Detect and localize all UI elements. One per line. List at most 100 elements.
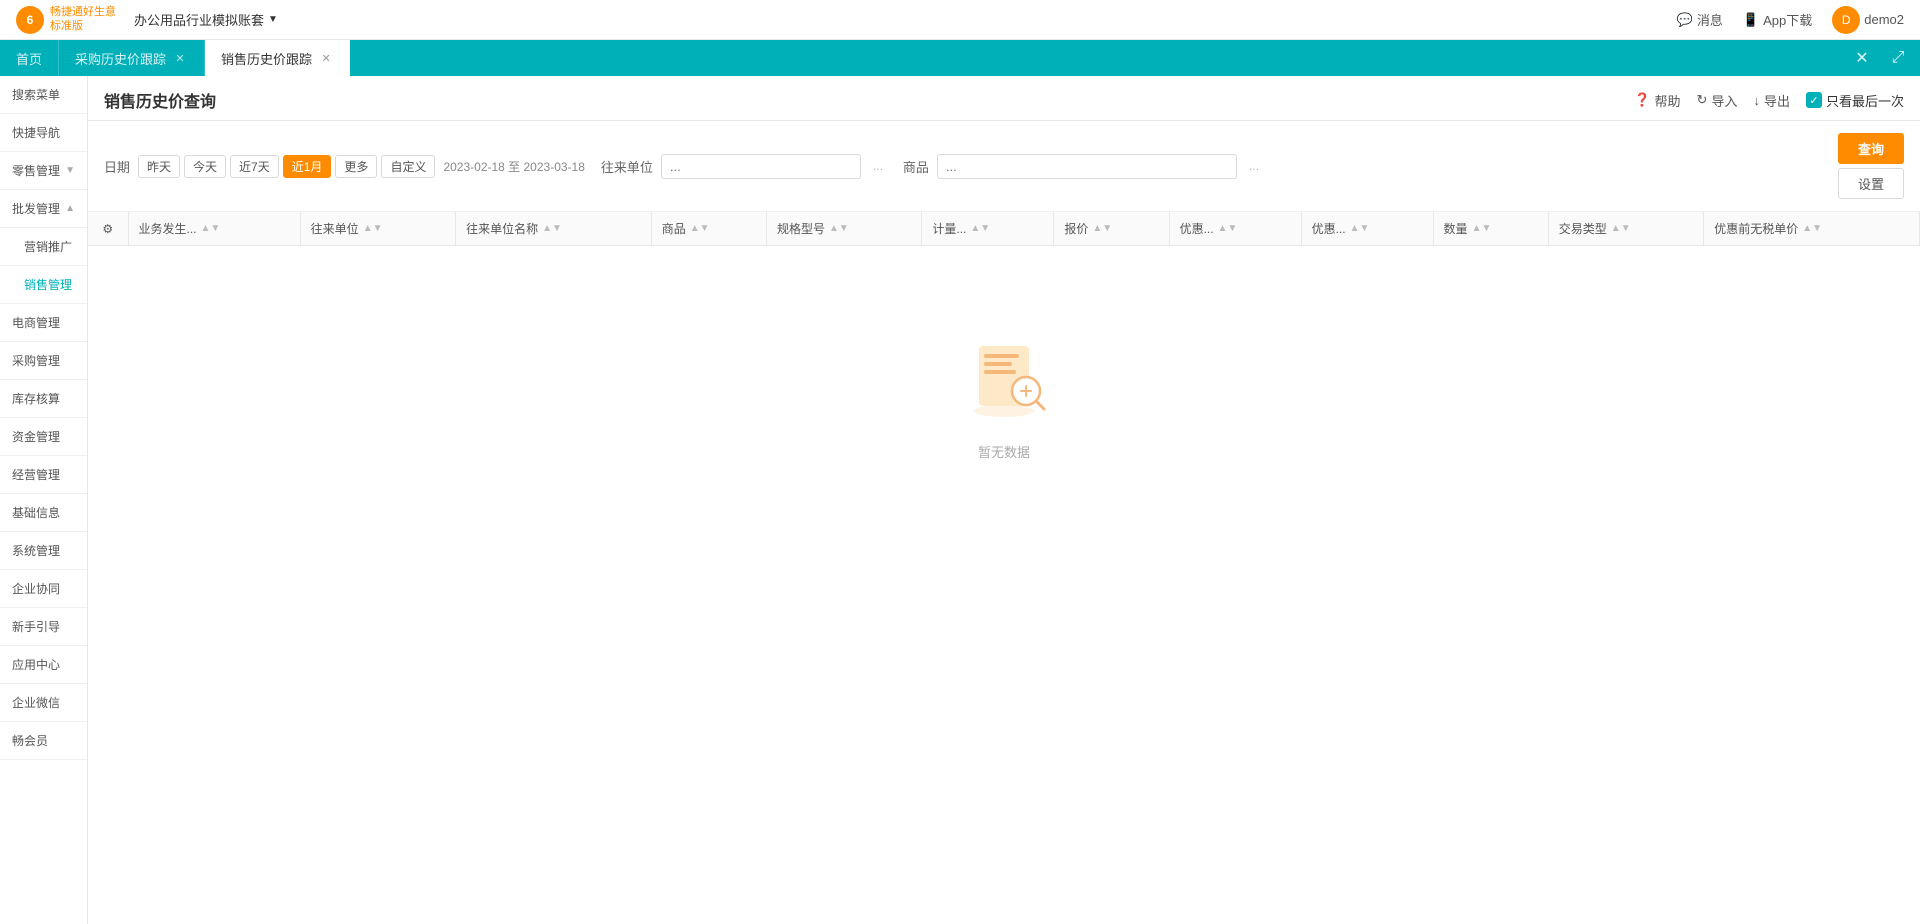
chevron-up-icon: ▲ — [65, 203, 75, 214]
col-trade-type[interactable]: 交易类型 ▲▼ — [1548, 212, 1703, 246]
logo-icon: 6 — [16, 6, 44, 34]
sidebar-item-retail-mgmt[interactable]: 零售管理 ▼ — [0, 152, 87, 190]
sidebar-item-operations-mgmt[interactable]: 经营管理 — [0, 456, 87, 494]
empty-state: 暂无数据 — [88, 246, 1920, 541]
tab-sales-history[interactable]: 销售历史价跟踪 ✕ — [205, 40, 350, 76]
sidebar-item-ecommerce-mgmt[interactable]: 电商管理 — [0, 304, 87, 342]
sidebar-item-inventory[interactable]: 库存核算 — [0, 380, 87, 418]
tab-bar-actions: ✕ ⤢ — [1848, 44, 1920, 72]
sidebar-item-enterprise-wechat[interactable]: 企业微信 — [0, 684, 87, 722]
close-sales-tab-btn[interactable]: ✕ — [318, 50, 334, 66]
main-layout: 搜索菜单 快捷导航 零售管理 ▼ 批发管理 ▲ 营销推广 销售管理 电商管理 采… — [0, 76, 1920, 924]
col-discount2[interactable]: 优惠... ▲▼ — [1301, 212, 1433, 246]
col-quote[interactable]: 报价 ▲▼ — [1054, 212, 1169, 246]
sidebar-item-purchase-mgmt[interactable]: 采购管理 — [0, 342, 87, 380]
col-counterpart-code[interactable]: 往来单位 ▲▼ — [300, 212, 455, 246]
tab-home[interactable]: 首页 — [0, 40, 59, 76]
sidebar-item-basic-info[interactable]: 基础信息 — [0, 494, 87, 532]
help-icon: ❓ — [1634, 92, 1650, 108]
page-content: 销售历史价查询 ❓ 帮助 ↻ 导入 ↓ 导出 ✓ — [88, 76, 1920, 924]
table-header: ⚙ 业务发生... ▲▼ 往来单位 — [88, 212, 1920, 246]
col-settings[interactable]: ⚙ — [88, 212, 128, 246]
date-buttons: 昨天 今天 近7天 近1月 更多 自定义 — [138, 155, 435, 178]
sort-icon: ▲▼ — [690, 224, 710, 234]
tab-bar: 首页 采购历史价跟踪 ✕ 销售历史价跟踪 ✕ ✕ ⤢ — [0, 40, 1920, 76]
filter-area: 日期 昨天 今天 近7天 近1月 更多 自定义 2023-02-18 至 202… — [88, 121, 1920, 212]
sidebar-item-system-mgmt[interactable]: 系统管理 — [0, 532, 87, 570]
close-purchase-tab-btn[interactable]: ✕ — [172, 50, 188, 66]
date-filter-group: 日期 昨天 今天 近7天 近1月 更多 自定义 2023-02-18 至 202… — [104, 155, 585, 178]
avatar: D — [1832, 6, 1860, 34]
chevron-down-icon: ▼ — [268, 14, 278, 25]
message-btn[interactable]: 💬 消息 — [1677, 10, 1723, 29]
sidebar-item-enterprise-collab[interactable]: 企业协同 — [0, 570, 87, 608]
app-download-btn[interactable]: 📱 App下载 — [1743, 10, 1812, 29]
data-table: ⚙ 业务发生... ▲▼ 往来单位 — [88, 212, 1920, 246]
date-btn-custom[interactable]: 自定义 — [381, 155, 435, 178]
counterpart-input[interactable] — [661, 154, 861, 179]
col-discount1[interactable]: 优惠... ▲▼ — [1169, 212, 1301, 246]
col-biz-date[interactable]: 业务发生... ▲▼ — [128, 212, 300, 246]
sidebar-item-search-menu[interactable]: 搜索菜单 — [0, 76, 87, 114]
empty-text: 暂无数据 — [978, 442, 1030, 461]
col-counterpart-name[interactable]: 往来单位名称 ▲▼ — [456, 212, 652, 246]
export-btn[interactable]: ↓ 导出 — [1753, 91, 1790, 110]
sidebar-item-wholesale-mgmt[interactable]: 批发管理 ▲ — [0, 190, 87, 228]
tab-purchase-history[interactable]: 采购历史价跟踪 ✕ — [59, 40, 205, 76]
col-goods[interactable]: 商品 ▲▼ — [651, 212, 766, 246]
counterpart-more-icon[interactable]: ... — [869, 159, 887, 173]
sidebar-item-app-center[interactable]: 应用中心 — [0, 646, 87, 684]
date-btn-today[interactable]: 今天 — [184, 155, 226, 178]
date-btn-more[interactable]: 更多 — [335, 155, 377, 178]
download-icon: 📱 — [1743, 12, 1759, 28]
sidebar-item-marketing[interactable]: 营销推广 — [0, 228, 87, 266]
sort-icon: ▲▼ — [970, 224, 990, 234]
maximize-btn[interactable]: ⤢ — [1884, 44, 1912, 72]
table-area: ⚙ 业务发生... ▲▼ 往来单位 — [88, 212, 1920, 924]
sort-icon: ▲▼ — [201, 224, 221, 234]
chevron-down-icon: ▼ — [65, 165, 75, 176]
settings-btn[interactable]: 设置 — [1838, 168, 1904, 199]
sidebar-item-member[interactable]: 畅会员 — [0, 722, 87, 760]
only-last-checkbox[interactable]: ✓ 只看最后一次 — [1806, 91, 1904, 110]
sort-icon: ▲▼ — [363, 224, 383, 234]
sidebar: 搜索菜单 快捷导航 零售管理 ▼ 批发管理 ▲ 营销推广 销售管理 电商管理 采… — [0, 76, 88, 924]
sort-icon: ▲▼ — [1802, 224, 1822, 234]
counterpart-filter-group: 往来单位 ... — [601, 154, 887, 179]
settings-icon: ⚙ — [102, 222, 113, 236]
checkbox-checked-icon: ✓ — [1806, 92, 1822, 108]
col-spec[interactable]: 规格型号 ▲▼ — [766, 212, 921, 246]
filter-actions: 查询 设置 — [1838, 133, 1904, 199]
sidebar-item-finance-mgmt[interactable]: 资金管理 — [0, 418, 87, 456]
user-menu[interactable]: D demo2 — [1832, 6, 1904, 34]
date-range-display: 2023-02-18 至 2023-03-18 — [443, 158, 584, 175]
col-pre-tax-price[interactable]: 优惠前无税单价 ▲▼ — [1704, 212, 1920, 246]
close-all-tabs-btn[interactable]: ✕ — [1848, 44, 1876, 72]
date-btn-1month[interactable]: 近1月 — [283, 155, 332, 178]
col-unit[interactable]: 计量... ▲▼ — [922, 212, 1054, 246]
page-header-actions: ❓ 帮助 ↻ 导入 ↓ 导出 ✓ 只看最后一次 — [1634, 91, 1904, 110]
date-btn-yesterday[interactable]: 昨天 — [138, 155, 180, 178]
logo-area: 6 畅捷通好生意 标准版 — [16, 6, 116, 34]
sidebar-item-new-guide[interactable]: 新手引导 — [0, 608, 87, 646]
query-btn[interactable]: 查询 — [1838, 133, 1904, 164]
sidebar-item-quick-nav[interactable]: 快捷导航 — [0, 114, 87, 152]
goods-input[interactable] — [937, 154, 1237, 179]
import-icon: ↻ — [1697, 92, 1708, 108]
empty-icon — [954, 326, 1054, 426]
col-qty[interactable]: 数量 ▲▼ — [1433, 212, 1548, 246]
import-btn[interactable]: ↻ 导入 — [1697, 91, 1738, 110]
sort-icon: ▲▼ — [1611, 224, 1631, 234]
app-selector[interactable]: 办公用品行业模拟账套 ▼ — [126, 6, 286, 33]
goods-more-icon[interactable]: ... — [1245, 159, 1263, 173]
page-title: 销售历史价查询 — [104, 88, 216, 112]
sort-icon: ▲▼ — [542, 224, 562, 234]
sort-icon: ▲▼ — [829, 224, 849, 234]
date-btn-7days[interactable]: 近7天 — [230, 155, 279, 178]
page-header: 销售历史价查询 ❓ 帮助 ↻ 导入 ↓ 导出 ✓ — [88, 76, 1920, 121]
help-btn[interactable]: ❓ 帮助 — [1634, 91, 1680, 110]
logo-text: 畅捷通好生意 标准版 — [50, 6, 116, 32]
goods-filter-group: 商品 ... — [903, 154, 1263, 179]
sidebar-item-sales-mgmt[interactable]: 销售管理 — [0, 266, 87, 304]
content-area: 销售历史价查询 ❓ 帮助 ↻ 导入 ↓ 导出 ✓ — [88, 76, 1920, 924]
